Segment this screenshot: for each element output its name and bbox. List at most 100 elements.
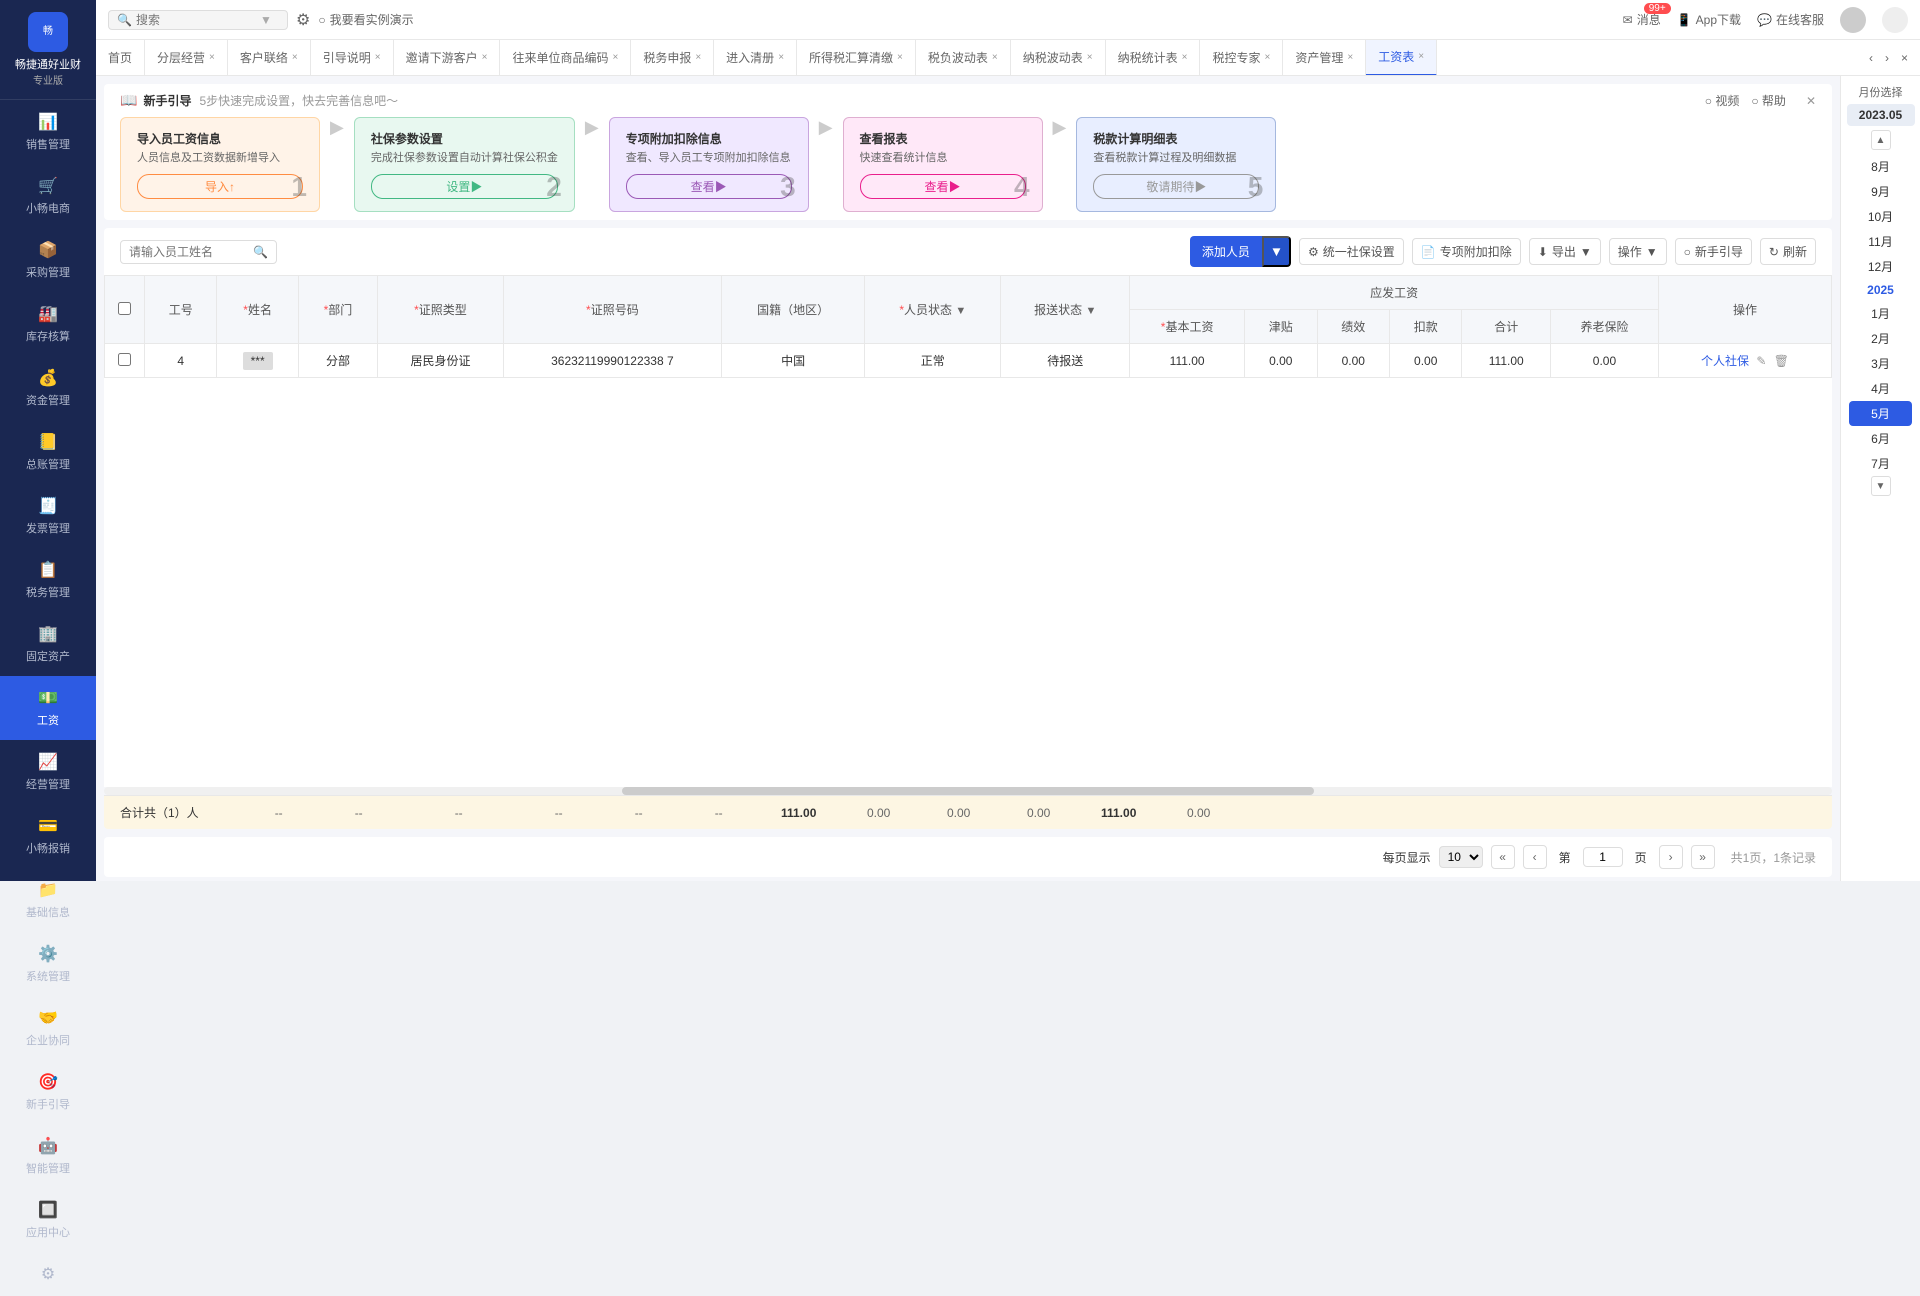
tab-home[interactable]: 首页 — [96, 40, 145, 76]
tab-tax-burden[interactable]: 税负波动表 × — [916, 40, 1011, 76]
tab-clearance[interactable]: 进入清册 × — [714, 40, 797, 76]
sidebar-item-invoice[interactable]: 🧾 发票管理 — [0, 484, 96, 548]
settings-top-icon[interactable]: ⚙ — [296, 10, 310, 30]
step2-btn[interactable]: 设置▶ — [371, 174, 558, 199]
operations-btn[interactable]: 操作 ▼ — [1609, 238, 1667, 265]
month-item-2[interactable]: 2月 — [1841, 326, 1920, 351]
tab-tax-dynamic[interactable]: 纳税波动表 × — [1011, 40, 1106, 76]
tabs-next-btn[interactable]: › — [1881, 49, 1893, 67]
tab-product-code[interactable]: 往来单位商品编码 × — [500, 40, 631, 76]
special-deduction-btn[interactable]: 📄 专项附加扣除 — [1412, 238, 1521, 265]
month-item-7[interactable]: 7月 — [1841, 451, 1920, 476]
tab-tax-stats[interactable]: 纳税统计表 × — [1106, 40, 1201, 76]
month-item-10[interactable]: 10月 — [1841, 204, 1920, 229]
prev-page-btn[interactable]: ‹ — [1523, 845, 1547, 869]
sidebar-item-expense[interactable]: 💳 小畅报销 — [0, 804, 96, 868]
user-menu[interactable] — [1882, 7, 1908, 33]
tabs-close-all-btn[interactable]: × — [1897, 49, 1912, 67]
tab-close-icon[interactable]: × — [695, 52, 701, 63]
sidebar-item-finance[interactable]: 💰 资金管理 — [0, 356, 96, 420]
guide-help-link[interactable]: ○ 帮助 — [1751, 92, 1786, 109]
sidebar-item-system[interactable]: ⚙️ 系统管理 — [0, 932, 96, 996]
tab-close-icon[interactable]: × — [1087, 52, 1093, 63]
sidebar-item-purchase[interactable]: 📦 采购管理 — [0, 228, 96, 292]
step3-btn[interactable]: 查看▶ — [626, 174, 792, 199]
tab-close-icon[interactable]: × — [1264, 52, 1270, 63]
global-search[interactable]: 🔍 ▼ — [108, 10, 288, 30]
select-all-checkbox[interactable] — [118, 302, 131, 315]
add-employee-dropdown-btn[interactable]: ▼ — [1262, 236, 1291, 267]
tab-assets[interactable]: 资产管理 × — [1283, 40, 1366, 76]
employee-search-wrap[interactable]: 🔍 — [120, 240, 277, 264]
step1-btn[interactable]: 导入↑ — [137, 174, 303, 199]
refresh-btn[interactable]: ↻ 刷新 — [1760, 238, 1816, 265]
unified-settings-btn[interactable]: ⚙ 统一社保设置 — [1299, 238, 1404, 265]
month-item-5[interactable]: 5月 — [1849, 401, 1912, 426]
tab-close-icon[interactable]: × — [778, 52, 784, 63]
month-item-8[interactable]: 8月 — [1841, 154, 1920, 179]
sidebar-item-appstore[interactable]: 🔲 应用中心 — [0, 1188, 96, 1252]
sidebar-item-sales[interactable]: 📊 销售管理 — [0, 100, 96, 164]
demo-link[interactable]: ○ 我要看实例演示 — [318, 11, 413, 28]
month-item-9[interactable]: 9月 — [1841, 179, 1920, 204]
tab-close-icon[interactable]: × — [992, 52, 998, 63]
tab-customer[interactable]: 客户联络 × — [228, 40, 311, 76]
tab-close-icon[interactable]: × — [209, 52, 215, 63]
settings-icon[interactable]: ⚙ — [41, 1266, 55, 1283]
guide-video-link[interactable]: ○ 视频 — [1705, 92, 1740, 109]
first-page-btn[interactable]: « — [1491, 845, 1515, 869]
page-input[interactable] — [1583, 847, 1623, 867]
tab-tax-expert[interactable]: 税控专家 × — [1200, 40, 1283, 76]
month-year-up-btn[interactable]: ▲ — [1871, 130, 1891, 150]
sidebar-item-guide[interactable]: 🎯 新手引导 — [0, 1060, 96, 1124]
sidebar-item-ai[interactable]: ● 🤖 智能管理 — [0, 1124, 96, 1188]
tab-guide-intro[interactable]: 引导说明 × — [311, 40, 394, 76]
sidebar-item-tax[interactable]: 📋 税务管理 — [0, 548, 96, 612]
tab-close-icon[interactable]: × — [375, 52, 381, 63]
tab-close-icon[interactable]: × — [897, 52, 903, 63]
month-year-down-btn[interactable]: ▼ — [1871, 476, 1891, 496]
tab-tax-report[interactable]: 税务申报 × — [631, 40, 714, 76]
search-btn-icon[interactable]: 🔍 — [253, 245, 268, 259]
tabs-prev-btn[interactable]: ‹ — [1865, 49, 1877, 67]
tab-income-tax[interactable]: 所得税汇算清缴 × — [797, 40, 916, 76]
employee-search-input[interactable] — [129, 245, 249, 259]
new-guide-btn[interactable]: ○ 新手引导 — [1675, 238, 1752, 265]
row-personal-social-btn[interactable]: 个人社保 — [1701, 354, 1749, 368]
online-service-btn[interactable]: 💬 在线客服 — [1757, 11, 1824, 28]
sidebar-item-salary[interactable]: 💵 工资 — [0, 676, 96, 740]
tab-close-icon[interactable]: × — [1182, 52, 1188, 63]
row-checkbox[interactable] — [118, 353, 131, 366]
sidebar-item-assets[interactable]: 🏢 固定资产 — [0, 612, 96, 676]
tab-invite[interactable]: 邀请下游客户 × — [394, 40, 501, 76]
sidebar-item-collab[interactable]: 🤝 企业协同 — [0, 996, 96, 1060]
message-btn[interactable]: ✉ 消息 99+ — [1623, 11, 1661, 28]
report-filter-icon[interactable]: ▼ — [1085, 305, 1096, 317]
sidebar-item-ecommerce[interactable]: 🛒 小畅电商 — [0, 164, 96, 228]
search-input[interactable] — [136, 13, 256, 27]
step4-btn[interactable]: 查看▶ — [860, 174, 1026, 199]
row-delete-icon[interactable]: 🗑 — [1774, 354, 1789, 368]
row-edit-icon[interactable]: ✎ — [1756, 354, 1766, 368]
month-item-1[interactable]: 1月 — [1841, 301, 1920, 326]
tab-close-icon[interactable]: × — [1347, 52, 1353, 63]
step5-btn[interactable]: 敬请期待▶ — [1093, 174, 1259, 199]
tab-layered[interactable]: 分层经营 × — [145, 40, 228, 76]
month-item-3[interactable]: 3月 — [1841, 351, 1920, 376]
table-scrollbar[interactable] — [104, 787, 1832, 795]
sidebar-item-basic[interactable]: 📁 基础信息 — [0, 868, 96, 932]
tab-salary[interactable]: 工资表 × — [1366, 40, 1437, 76]
add-employee-btn[interactable]: 添加人员 — [1190, 236, 1262, 267]
app-download-btn[interactable]: 📱 App下载 — [1677, 11, 1741, 28]
scrollbar-thumb[interactable] — [622, 787, 1313, 795]
month-item-12[interactable]: 12月 — [1841, 254, 1920, 279]
tab-close-salary-icon[interactable]: × — [1418, 51, 1424, 62]
sidebar-item-inventory[interactable]: 🏭 库存核算 — [0, 292, 96, 356]
tab-close-icon[interactable]: × — [612, 52, 618, 63]
tab-close-icon[interactable]: × — [292, 52, 298, 63]
export-btn[interactable]: ⬇ 导出 ▼ — [1529, 238, 1601, 265]
last-page-btn[interactable]: » — [1691, 845, 1715, 869]
month-item-6[interactable]: 6月 — [1841, 426, 1920, 451]
dropdown-icon[interactable]: ▼ — [260, 13, 272, 27]
sidebar-item-operations[interactable]: 📈 经营管理 — [0, 740, 96, 804]
